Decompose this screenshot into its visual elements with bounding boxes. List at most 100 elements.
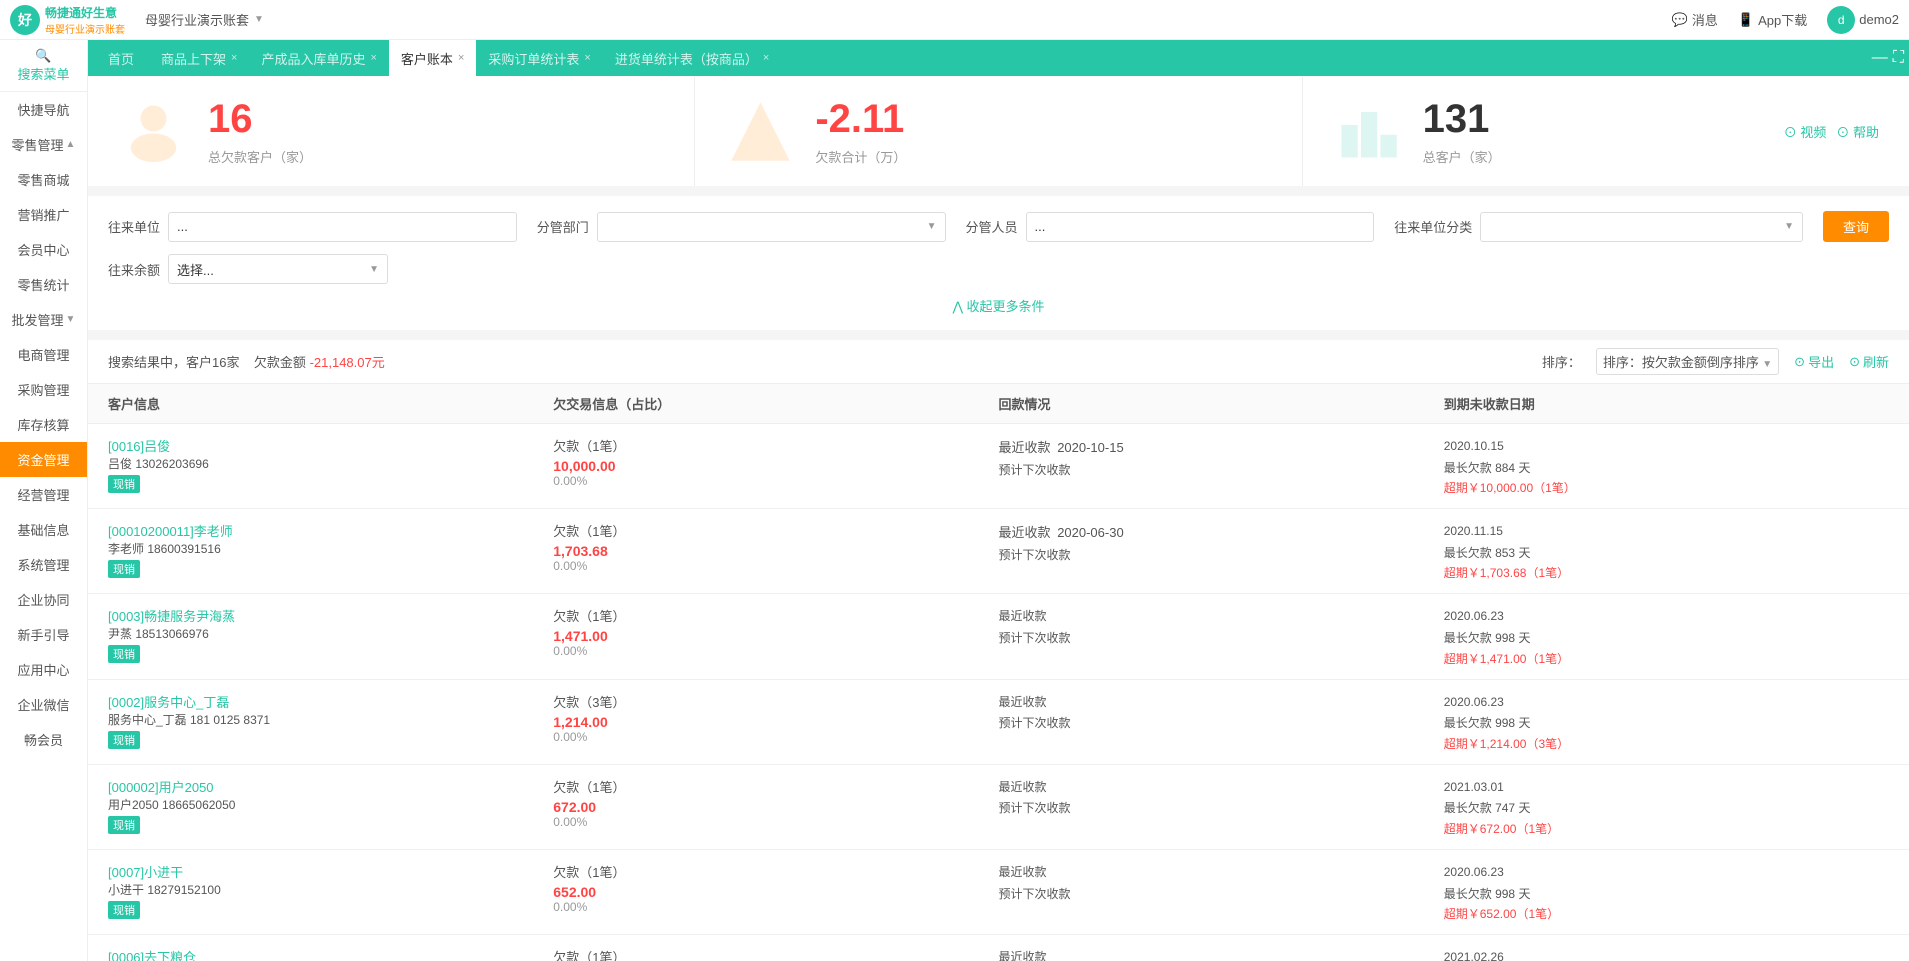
sidebar-item-retail-mgmt[interactable]: 零售管理 ▲: [0, 127, 87, 162]
tab-production-history-close-icon[interactable]: ×: [370, 52, 376, 64]
overdue-info-5: 2020.06.23 最长欠款 998 天 超期￥652.00（1笔）: [1444, 862, 1889, 922]
tab-minimize-icon[interactable]: —: [1872, 49, 1888, 67]
overdue-amount-1[interactable]: 超期￥1,703.68（1笔）: [1444, 564, 1889, 581]
table-row: [000002]用户2050 用户2050 18665062050 现销 欠款（…: [88, 765, 1909, 850]
filter-dept-select[interactable]: ▼: [597, 212, 946, 242]
sidebar-item-basic-info[interactable]: 基础信息: [0, 512, 87, 547]
sort-option-label: 排序：按欠款金额倒序排序: [1603, 355, 1759, 370]
sidebar-item-search[interactable]: 🔍 搜索菜单: [0, 40, 87, 92]
debt-count-3: 欠款（3笔）: [553, 692, 998, 711]
video-btn[interactable]: ⊙ 视频: [1784, 122, 1827, 141]
debt-total-label: 欠款合计（万）: [815, 147, 906, 166]
debt-count-4: 欠款（1笔）: [553, 777, 998, 796]
collapse-btn[interactable]: ⋀ 收起更多条件: [108, 296, 1889, 315]
sidebar-item-enterprise[interactable]: 企业协同: [0, 582, 87, 617]
sidebar-item-member2[interactable]: 畅会员: [0, 722, 87, 757]
debt-pct-1: 0.00%: [553, 559, 998, 573]
right-panel: 首页 商品上下架 × 产成品入库单历史 × 客户账本 × 采购订单统计表 ×: [88, 40, 1909, 961]
filter-person-dots: ...: [1035, 219, 1046, 234]
customer-info-1: [00010200011]李老师 李老师 18600391516 现销: [108, 521, 553, 578]
tab-maximize-icon[interactable]: ⛶: [1893, 49, 1904, 67]
tab-inbound-stats[interactable]: 进货单统计表（按商品） ×: [603, 40, 781, 76]
customer-name-0[interactable]: [0016]吕俊: [108, 436, 553, 455]
filter-balance-select[interactable]: 选择... ▼: [168, 254, 388, 284]
sidebar-member-label: 会员中心: [17, 243, 69, 258]
overdue-amount-5[interactable]: 超期￥652.00（1笔）: [1444, 905, 1889, 922]
filter-person-input[interactable]: ...: [1026, 212, 1375, 242]
sidebar-item-ecommerce[interactable]: 电商管理: [0, 337, 87, 372]
export-icon: ⊙: [1794, 354, 1805, 370]
sidebar-item-wholesale[interactable]: 批发管理 ▼: [0, 302, 87, 337]
overdue-amount-2[interactable]: 超期￥1,471.00（1笔）: [1444, 650, 1889, 667]
due-date-5: 2020.06.23: [1444, 862, 1889, 884]
sidebar-item-member[interactable]: 会员中心: [0, 232, 87, 267]
tab-customer-ledger[interactable]: 客户账本 ×: [389, 40, 476, 76]
overdue-amount-0[interactable]: 超期￥10,000.00（1笔）: [1444, 479, 1889, 496]
overdue-days-0: 最长欠款 884 天: [1444, 458, 1889, 480]
company-dropdown[interactable]: 母婴行业演示账套 ▼: [145, 10, 264, 29]
customer-name-1[interactable]: [00010200011]李老师: [108, 521, 553, 540]
tab-production-history-label: 产成品入库单历史: [261, 49, 365, 68]
sort-chevron-icon: ▼: [1762, 359, 1772, 370]
help-btn[interactable]: ⊙ 帮助: [1836, 122, 1879, 141]
sidebar-item-retail-mall[interactable]: 零售商城: [0, 162, 87, 197]
payment-info-4: 最近收款 预计下次收款: [999, 777, 1444, 820]
header-customer: 客户信息: [108, 394, 553, 413]
payment-info-2: 最近收款 预计下次收款: [999, 606, 1444, 649]
message-icon: 💬: [1672, 12, 1688, 28]
sidebar-item-inventory[interactable]: 库存核算: [0, 407, 87, 442]
debt-info-1: 欠款（1笔） 1,703.68 0.00%: [553, 521, 998, 573]
debt-pct-4: 0.00%: [553, 815, 998, 829]
due-date-2: 2020.06.23: [1444, 606, 1889, 628]
sidebar-item-quicknav[interactable]: 快捷导航: [0, 92, 87, 127]
tab-purchase-stats[interactable]: 采购订单统计表 ×: [476, 40, 602, 76]
sidebar-item-marketing[interactable]: 营销推广: [0, 197, 87, 232]
sidebar-item-finance[interactable]: 资金管理: [0, 442, 87, 477]
stat-info-debt-total: -2.11 欠款合计（万）: [815, 97, 906, 166]
export-btn[interactable]: ⊙ 导出: [1794, 352, 1834, 371]
customer-name-6[interactable]: [0006]去下粮仓: [108, 947, 553, 961]
tab-inbound-stats-close-icon[interactable]: ×: [763, 52, 769, 64]
tab-production-history[interactable]: 产成品入库单历史 ×: [249, 40, 388, 76]
debt-amount-1: 1,703.68: [553, 543, 998, 559]
customer-name-3[interactable]: [0002]服务中心_丁磊: [108, 692, 553, 711]
sidebar-item-operations[interactable]: 经营管理: [0, 477, 87, 512]
refresh-btn[interactable]: ⊙ 刷新: [1849, 352, 1889, 371]
table-row: [0007]小进干 小进干 18279152100 现销 欠款（1笔） 652.…: [88, 850, 1909, 935]
message-btn[interactable]: 💬 消息: [1672, 10, 1718, 29]
sidebar-item-wechat[interactable]: 企业微信: [0, 687, 87, 722]
top-bar: 好 畅捷通好生意 母婴行业演示账套 母婴行业演示账套 ▼ 💬 消息 📱 App下…: [0, 0, 1909, 40]
sidebar-retail-stat-label: 零售统计: [17, 278, 69, 293]
debt-amount-5: 652.00: [553, 884, 998, 900]
sidebar-wholesale-label: 批发管理: [12, 310, 64, 329]
payment-info-0: 最近收款 2020-10-15 预计下次收款: [999, 436, 1444, 481]
tab-purchase-stats-close-icon[interactable]: ×: [584, 52, 590, 64]
sidebar-item-retail-stat[interactable]: 零售统计: [0, 267, 87, 302]
customer-name-5[interactable]: [0007]小进干: [108, 862, 553, 881]
customer-name-2[interactable]: [0003]畅捷服务尹海蒸: [108, 606, 553, 625]
sidebar-app-center-label: 应用中心: [17, 663, 69, 678]
tab-home[interactable]: 首页: [93, 40, 149, 76]
overdue-info-4: 2021.03.01 最长欠款 747 天 超期￥672.00（1笔）: [1444, 777, 1889, 837]
customer-name-4[interactable]: [000002]用户2050: [108, 777, 553, 796]
overdue-amount-3[interactable]: 超期￥1,214.00（3笔）: [1444, 735, 1889, 752]
demo-link[interactable]: 母婴行业演示账套: [45, 21, 125, 36]
collapse-label: 收起更多条件: [967, 299, 1045, 314]
tab-product-listing[interactable]: 商品上下架 ×: [149, 40, 249, 76]
tab-product-listing-close-icon[interactable]: ×: [231, 52, 237, 64]
tab-customer-ledger-close-icon[interactable]: ×: [458, 52, 464, 64]
sidebar-item-newbie[interactable]: 新手引导: [0, 617, 87, 652]
query-button[interactable]: 查询: [1823, 211, 1889, 242]
filter-unit-input[interactable]: ...: [168, 212, 517, 242]
next-payment-4: 预计下次收款: [999, 798, 1444, 820]
overdue-amount-4[interactable]: 超期￥672.00（1笔）: [1444, 820, 1889, 837]
sidebar-item-purchase[interactable]: 采购管理: [0, 372, 87, 407]
filter-field-person: 分管人员 ...: [966, 212, 1375, 242]
sort-select[interactable]: 排序：按欠款金额倒序排序 ▼: [1596, 348, 1779, 375]
user-menu[interactable]: d demo2: [1827, 6, 1899, 34]
sidebar-item-system[interactable]: 系统管理: [0, 547, 87, 582]
sidebar-item-app-center[interactable]: 应用中心: [0, 652, 87, 687]
app-download-btn[interactable]: 📱 App下载: [1738, 10, 1807, 29]
filter-category-select[interactable]: ▼: [1480, 212, 1803, 242]
logo-text: 畅捷通好生意 母婴行业演示账套: [45, 4, 125, 36]
